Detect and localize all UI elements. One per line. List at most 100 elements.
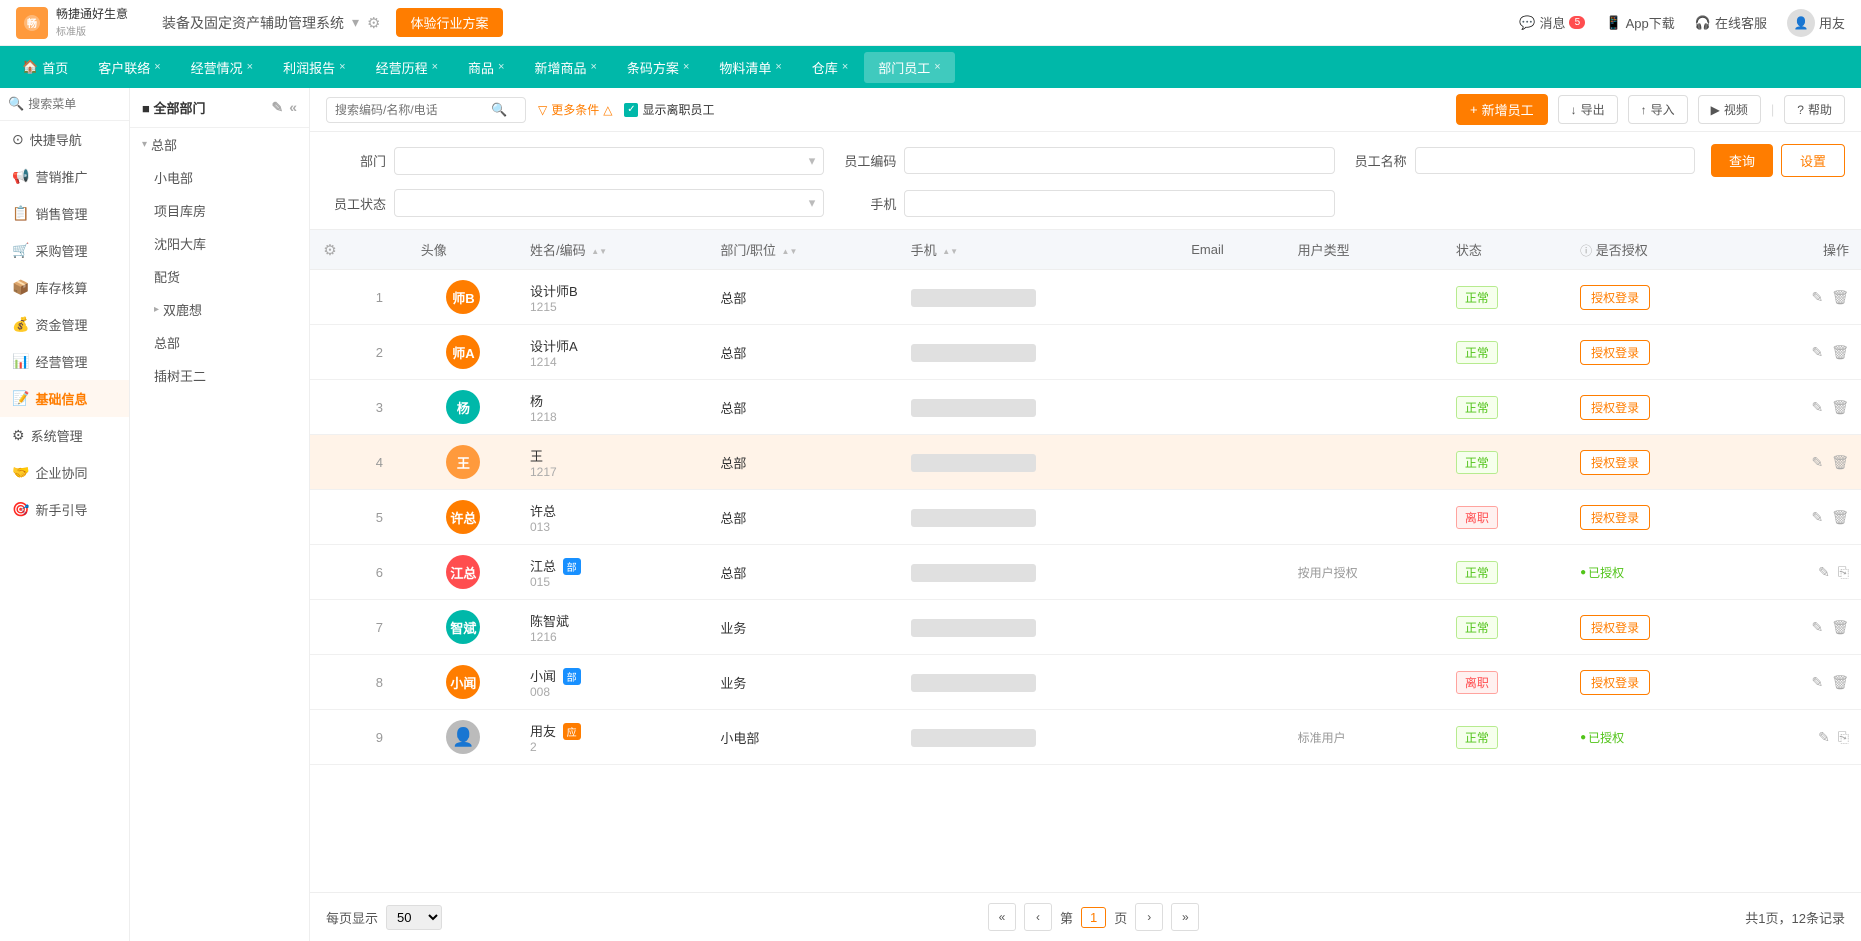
- th-settings[interactable]: ⚙: [310, 230, 350, 270]
- info-icon[interactable]: ⓘ: [1580, 244, 1592, 258]
- nav-item-customer[interactable]: 客户联络 ×: [84, 52, 174, 83]
- auth-button[interactable]: 授权登录: [1580, 285, 1650, 310]
- copy-icon[interactable]: ⎘: [1838, 564, 1849, 581]
- close-icon[interactable]: ×: [339, 61, 345, 73]
- auth-button[interactable]: 授权登录: [1580, 340, 1650, 365]
- nav-item-profit[interactable]: 利润报告 ×: [269, 52, 359, 83]
- nav-item-barcode[interactable]: 条码方案 ×: [613, 52, 703, 83]
- close-icon[interactable]: ×: [934, 61, 940, 73]
- sidebar-item-inventory[interactable]: 📦 库存核算: [0, 269, 129, 306]
- auth-button[interactable]: 授权登录: [1580, 450, 1650, 475]
- next-page-button[interactable]: ›: [1135, 903, 1163, 931]
- status-filter-select[interactable]: ▾: [394, 189, 824, 217]
- auth-button[interactable]: 授权登录: [1580, 395, 1650, 420]
- per-page-select[interactable]: 50 20 100: [386, 905, 442, 930]
- dept-tree-item-hq-parent[interactable]: ▾ 总部: [130, 128, 309, 161]
- set-button[interactable]: 设置: [1781, 144, 1845, 177]
- sort-phone-icon[interactable]: ▲▼: [942, 247, 958, 256]
- dept-collapse-icon[interactable]: «: [289, 99, 297, 116]
- auth-button[interactable]: 授权登录: [1580, 505, 1650, 530]
- nav-item-warehouse[interactable]: 仓库 ×: [798, 52, 862, 83]
- edit-icon[interactable]: ✎: [1811, 619, 1823, 636]
- online-service-button[interactable]: 🎧 在线客服: [1695, 13, 1767, 32]
- sidebar-item-quicknav[interactable]: ⊙ 快捷导航: [0, 121, 129, 158]
- staff-search-input[interactable]: [335, 103, 485, 117]
- delete-icon[interactable]: 🗑: [1831, 289, 1849, 306]
- auth-button[interactable]: 授权登录: [1580, 670, 1650, 695]
- dept-edit-icon[interactable]: ✎: [271, 99, 283, 116]
- prev-page-button[interactable]: ‹: [1024, 903, 1052, 931]
- sidebar-item-collab[interactable]: 🤝 企业协同: [0, 454, 129, 491]
- show-resigned-checkbox[interactable]: ✓ 显示离职员工: [624, 101, 714, 118]
- dept-filter-select[interactable]: ▾: [394, 147, 824, 175]
- export-button[interactable]: ↓ 导出: [1558, 95, 1618, 124]
- more-conditions-button[interactable]: ▽ 更多条件 △: [538, 101, 612, 118]
- dept-tree-item-xiaodian[interactable]: 小电部: [130, 161, 309, 194]
- nav-item-staff[interactable]: 部门员工 ×: [864, 52, 954, 83]
- sidebar-item-system[interactable]: ⚙ 系统管理: [0, 417, 129, 454]
- th-phone[interactable]: 手机 ▲▼: [899, 230, 1180, 270]
- nav-item-add-goods[interactable]: 新增商品 ×: [520, 52, 610, 83]
- nav-item-home[interactable]: 🏠 首页: [8, 52, 82, 83]
- delete-icon[interactable]: 🗑: [1831, 674, 1849, 691]
- th-dept[interactable]: 部门/职位 ▲▼: [708, 230, 898, 270]
- edit-icon[interactable]: ✎: [1811, 674, 1823, 691]
- dept-tree-item-distribution[interactable]: 配货: [130, 260, 309, 293]
- help-button[interactable]: ? 帮助: [1784, 95, 1845, 124]
- sidebar-search-input[interactable]: [28, 97, 108, 111]
- close-icon[interactable]: ×: [498, 61, 504, 73]
- copy-icon[interactable]: ⎘: [1838, 729, 1849, 746]
- nav-item-operation[interactable]: 经营情况 ×: [177, 52, 267, 83]
- nav-item-history[interactable]: 经营历程 ×: [362, 52, 452, 83]
- delete-icon[interactable]: 🗑: [1831, 619, 1849, 636]
- add-staff-button[interactable]: + 新增员工: [1456, 94, 1548, 125]
- th-name[interactable]: 姓名/编码 ▲▼: [518, 230, 708, 270]
- code-filter-input[interactable]: [904, 147, 1334, 174]
- auth-button[interactable]: 授权登录: [1580, 615, 1650, 640]
- close-icon[interactable]: ×: [683, 61, 689, 73]
- close-icon[interactable]: ×: [842, 61, 848, 73]
- delete-icon[interactable]: 🗑: [1831, 454, 1849, 471]
- message-button[interactable]: 💬 消息 5: [1519, 13, 1585, 32]
- delete-icon[interactable]: 🗑: [1831, 399, 1849, 416]
- trial-button[interactable]: 体验行业方案: [396, 8, 502, 37]
- delete-icon[interactable]: 🗑: [1831, 344, 1849, 361]
- sidebar-item-sales[interactable]: 📋 销售管理: [0, 195, 129, 232]
- sidebar-item-biz[interactable]: 📊 经营管理: [0, 343, 129, 380]
- close-icon[interactable]: ×: [590, 61, 596, 73]
- edit-icon[interactable]: ✎: [1811, 509, 1823, 526]
- close-icon[interactable]: ×: [432, 61, 438, 73]
- dept-tree-item-shuanglu[interactable]: ▸ 双鹿想: [130, 293, 309, 326]
- query-button[interactable]: 查询: [1711, 144, 1773, 177]
- staff-search-box[interactable]: 🔍: [326, 97, 526, 123]
- dept-tree-item-project[interactable]: 项目库房: [130, 194, 309, 227]
- edit-icon[interactable]: ✎: [1818, 729, 1830, 746]
- first-page-button[interactable]: «: [988, 903, 1016, 931]
- dropdown-arrow-icon[interactable]: ▾: [352, 14, 359, 31]
- sidebar-item-finance[interactable]: 💰 资金管理: [0, 306, 129, 343]
- last-page-button[interactable]: »: [1171, 903, 1199, 931]
- edit-icon[interactable]: ✎: [1818, 564, 1830, 581]
- nav-item-bom[interactable]: 物料清单 ×: [705, 52, 795, 83]
- edit-icon[interactable]: ✎: [1811, 289, 1823, 306]
- nav-item-goods[interactable]: 商品 ×: [454, 52, 518, 83]
- sidebar-item-marketing[interactable]: 📢 营销推广: [0, 158, 129, 195]
- close-icon[interactable]: ×: [154, 61, 160, 73]
- settings-icon[interactable]: ⚙: [367, 14, 380, 32]
- dept-tree-item-chashuwang[interactable]: 插树王二: [130, 359, 309, 392]
- video-button[interactable]: ▶ 视频: [1698, 95, 1761, 124]
- import-button[interactable]: ↑ 导入: [1628, 95, 1688, 124]
- dept-tree-item-hq[interactable]: 总部: [130, 326, 309, 359]
- edit-icon[interactable]: ✎: [1811, 399, 1823, 416]
- edit-icon[interactable]: ✎: [1811, 344, 1823, 361]
- edit-icon[interactable]: ✎: [1811, 454, 1823, 471]
- sidebar-item-purchase[interactable]: 🛒 采购管理: [0, 232, 129, 269]
- phone-filter-input[interactable]: [904, 190, 1334, 217]
- sort-dept-icon[interactable]: ▲▼: [782, 247, 798, 256]
- table-settings-icon[interactable]: ⚙: [323, 242, 336, 259]
- close-icon[interactable]: ×: [775, 61, 781, 73]
- close-icon[interactable]: ×: [247, 61, 253, 73]
- app-download-button[interactable]: 📱 App下载: [1605, 13, 1674, 32]
- sidebar-item-basic[interactable]: 📝 基础信息: [0, 380, 129, 417]
- sidebar-item-guide[interactable]: 🎯 新手引导: [0, 491, 129, 528]
